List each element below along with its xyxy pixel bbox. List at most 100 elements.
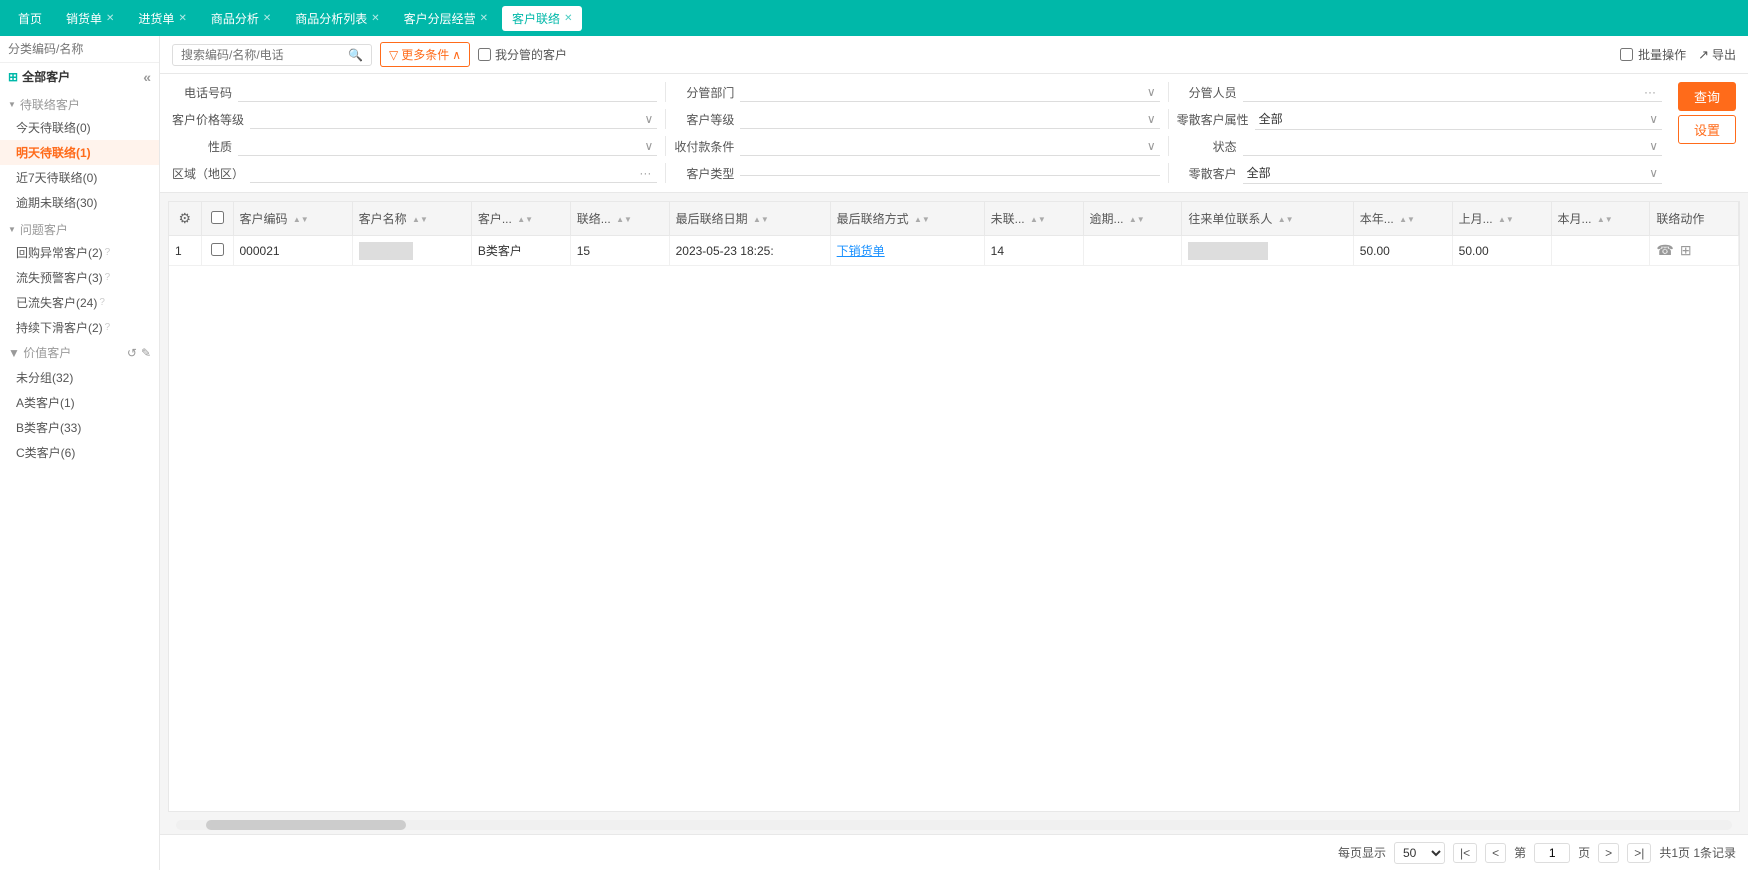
td-checkbox[interactable] <box>201 236 233 266</box>
col-contact-label: 联络... <box>577 212 611 226</box>
more-filter-btn[interactable]: ▽ 更多条件 ∧ <box>380 42 470 67</box>
retail-select[interactable]: 全部 ∨ <box>1243 162 1662 184</box>
phone-input[interactable] <box>238 83 657 102</box>
set-button[interactable]: 设置 <box>1678 115 1736 144</box>
my-customers-checkbox-label[interactable]: 我分管的客户 <box>478 46 567 63</box>
next-page-btn[interactable]: > <box>1598 843 1619 863</box>
sidebar-item-churned[interactable]: 已流失客户(24) ? <box>0 290 159 315</box>
sidebar-search-input[interactable] <box>8 42 160 56</box>
col-code-sort[interactable]: ▲▼ <box>293 215 309 224</box>
more-action-icon[interactable]: ⊞ <box>1680 242 1692 259</box>
sidebar-item-overdue[interactable]: 逾期未联络(30) <box>0 190 159 215</box>
nav-product-analysis-list[interactable]: 商品分析列表 ✕ <box>285 6 389 31</box>
sidebar-search-box[interactable]: 🔍 <box>0 36 159 63</box>
value-level-select[interactable]: ∨ <box>250 110 657 129</box>
gender-select[interactable]: ∨ <box>238 137 657 156</box>
col-this-year-sort[interactable]: ▲▼ <box>1399 215 1415 224</box>
area-select[interactable]: ··· <box>250 164 657 183</box>
payment-select[interactable]: ∨ <box>740 137 1159 156</box>
nav-customer-contact[interactable]: 客户联络 ✕ <box>502 6 582 31</box>
person-dots-icon[interactable]: ··· <box>1640 85 1660 99</box>
main-search-box[interactable]: 🔍 <box>172 44 372 66</box>
col-overdue: 逾期... ▲▼ <box>1083 202 1182 236</box>
customer-type-label: 客户类型 <box>674 165 734 182</box>
batch-btn[interactable]: 批量操作 <box>1620 46 1686 63</box>
sidebar-item-repurchase[interactable]: 回购异常客户(2) ? <box>0 240 159 265</box>
last-contact-date: 2023-05-23 18:25: <box>676 244 774 258</box>
sidebar-item-ungrouped[interactable]: 未分组(32) <box>0 365 159 390</box>
col-type-sort[interactable]: ▲▼ <box>517 215 533 224</box>
row-checkbox[interactable] <box>211 243 224 256</box>
sidebar-item-today[interactable]: 今天待联络(0) <box>0 115 159 140</box>
nav-sales-order[interactable]: 销货单 ✕ <box>56 6 124 31</box>
col-this-month-sort[interactable]: ▲▼ <box>1597 215 1613 224</box>
filter-cell-value-level: 客户价格等级 ∨ <box>172 110 657 129</box>
main-search-input[interactable] <box>181 48 344 62</box>
query-button[interactable]: 查询 <box>1678 82 1736 111</box>
col-company-contact: 往来单位联系人 ▲▼ <box>1182 202 1353 236</box>
nav-purchase[interactable]: 进货单 ✕ <box>128 6 196 31</box>
col-company-contact-sort[interactable]: ▲▼ <box>1278 215 1294 224</box>
nav-product-analysis-close-icon[interactable]: ✕ <box>263 13 271 24</box>
nav-customer-tier-close-icon[interactable]: ✕ <box>480 13 488 24</box>
select-all-checkbox[interactable] <box>211 211 224 224</box>
col-last-month-sort[interactable]: ▲▼ <box>1498 215 1514 224</box>
value-level-label: 客户价格等级 <box>172 111 244 128</box>
td-not-contacted: 14 <box>984 236 1083 266</box>
phone-label: 电话号码 <box>172 84 232 101</box>
sidebar-all-customers[interactable]: ⊞ 全部客户 « <box>0 63 159 90</box>
prev-page-btn[interactable]: < <box>1485 843 1506 863</box>
sidebar-item-type-b[interactable]: B类客户(33) <box>0 415 159 440</box>
nav-product-analysis[interactable]: 商品分析 ✕ <box>201 6 281 31</box>
sidebar-item-churn-risk[interactable]: 流失预警客户(3) ? <box>0 265 159 290</box>
first-page-btn[interactable]: |< <box>1453 843 1477 863</box>
col-overdue-sort[interactable]: ▲▼ <box>1129 215 1145 224</box>
customer-type-select[interactable] <box>740 171 1159 176</box>
nav-purchase-close-icon[interactable]: ✕ <box>178 13 186 24</box>
col-last-contact-date-sort[interactable]: ▲▼ <box>753 215 769 224</box>
col-contact-sort[interactable]: ▲▼ <box>616 215 632 224</box>
sidebar-item-7days[interactable]: 近7天待联络(0) <box>0 165 159 190</box>
area-dots-icon[interactable]: ··· <box>635 166 655 180</box>
horizontal-scrollbar[interactable] <box>176 820 1732 830</box>
refresh-icon[interactable]: ↺ <box>127 346 137 360</box>
col-last-month-label: 上月... <box>1459 212 1493 226</box>
nav-home-label: 首页 <box>18 10 42 27</box>
export-btn[interactable]: ↗ 导出 <box>1698 46 1736 63</box>
phone-action-icon[interactable]: ☎ <box>1656 242 1673 259</box>
gear-icon[interactable]: ⚙ <box>178 210 191 226</box>
person-select[interactable]: ··· <box>1243 83 1662 102</box>
sidebar-item-tomorrow[interactable]: 明天待联络(1) <box>0 140 159 165</box>
nav-customer-contact-label: 客户联络 <box>512 10 560 27</box>
nav-customer-tier[interactable]: 客户分层经营 ✕ <box>394 6 498 31</box>
sidebar-item-declining[interactable]: 持续下滑客户(2) ? <box>0 315 159 340</box>
last-page-btn[interactable]: >| <box>1627 843 1651 863</box>
col-name-sort[interactable]: ▲▼ <box>412 215 428 224</box>
col-last-contact-method-sort[interactable]: ▲▼ <box>914 215 930 224</box>
edit-icon[interactable]: ✎ <box>141 346 151 360</box>
dept-select[interactable]: ∨ <box>740 83 1159 102</box>
td-type: B类客户 <box>471 236 570 266</box>
last-contact-method-link[interactable]: 下销货单 <box>837 244 885 258</box>
col-checkbox[interactable] <box>201 202 233 236</box>
scrollbar-area[interactable] <box>160 820 1748 834</box>
col-gear[interactable]: ⚙ <box>169 202 201 236</box>
sidebar-item-type-c[interactable]: C类客户(6) <box>0 440 159 465</box>
nav-sales-close-icon[interactable]: ✕ <box>106 13 114 24</box>
batch-checkbox[interactable] <box>1620 48 1633 61</box>
scrollbar-thumb[interactable] <box>206 820 406 830</box>
nav-home[interactable]: 首页 <box>8 6 52 31</box>
nav-customer-contact-close-icon[interactable]: ✕ <box>564 13 572 24</box>
per-page-select[interactable]: 50 100 200 <box>1394 842 1445 864</box>
customer-level-select[interactable]: ∨ <box>740 110 1159 129</box>
status-select[interactable]: ∨ <box>1243 137 1662 156</box>
collapse-icon[interactable]: « <box>143 69 151 85</box>
my-customers-checkbox[interactable] <box>478 48 491 61</box>
sidebar-item-type-a[interactable]: A类客户(1) <box>0 390 159 415</box>
divider-7 <box>665 163 666 183</box>
main-search-icon[interactable]: 🔍 <box>348 48 363 62</box>
retail-attr-select[interactable]: 全部 ∨ <box>1255 108 1662 130</box>
nav-product-analysis-list-close-icon[interactable]: ✕ <box>371 13 379 24</box>
page-input[interactable] <box>1534 843 1570 863</box>
col-not-contacted-sort[interactable]: ▲▼ <box>1030 215 1046 224</box>
